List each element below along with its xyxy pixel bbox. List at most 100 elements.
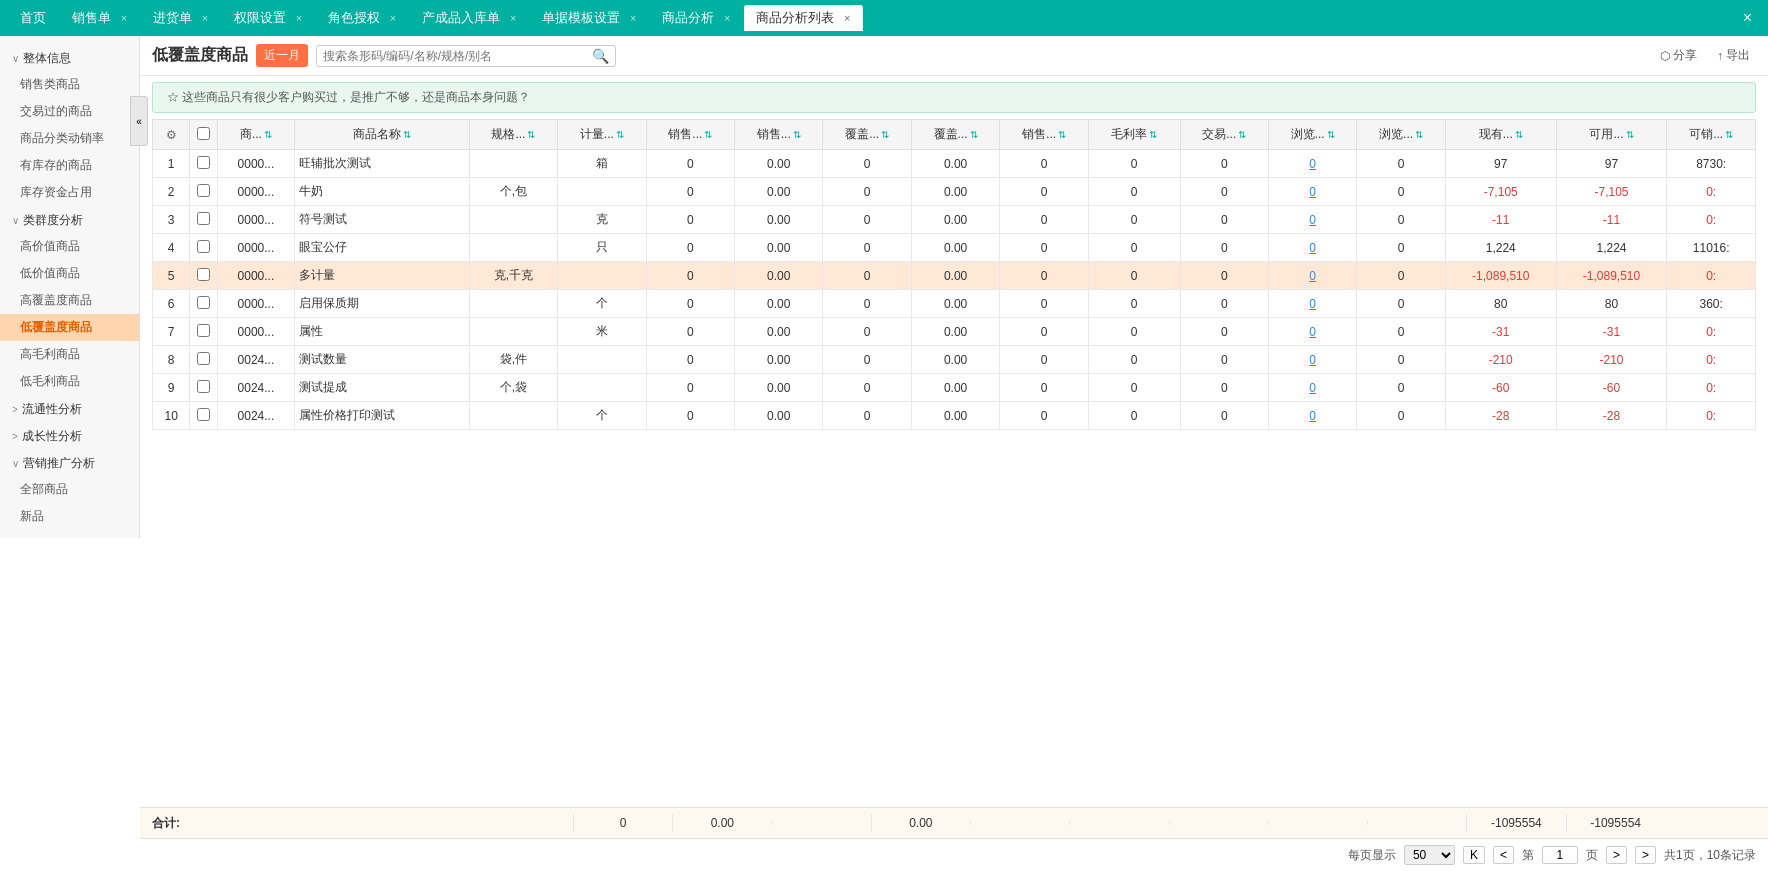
col-gross[interactable]: 毛利率⇅ <box>1088 120 1180 150</box>
col-browse2[interactable]: 浏览...⇅ <box>1357 120 1445 150</box>
per-page-select[interactable]: 50 100 200 <box>1404 845 1455 865</box>
next-page-button[interactable]: > <box>1606 846 1627 864</box>
search-icon[interactable]: 🔍 <box>592 48 609 64</box>
table-row[interactable]: 3 0000... 符号测试 克 0 0.00 0 0.00 0 0 0 0 0… <box>153 206 1756 234</box>
col-spec[interactable]: 规格...⇅ <box>469 120 557 150</box>
select-all-checkbox[interactable] <box>197 127 210 140</box>
row-browse1[interactable]: 0 <box>1268 290 1356 318</box>
table-row[interactable]: 5 0000... 多计量 克,千克 0 0.00 0 0.00 0 0 0 0… <box>153 262 1756 290</box>
sidebar-item-stock-capital[interactable]: 库存资金占用 <box>0 179 139 206</box>
export-button[interactable]: ↑ 导出 <box>1711 44 1756 67</box>
row-checkbox[interactable] <box>197 240 210 253</box>
row-checkbox-cell[interactable] <box>190 262 218 290</box>
sidebar-item-all-products[interactable]: 全部商品 <box>0 476 139 503</box>
col-sales2[interactable]: 销售...⇅ <box>735 120 823 150</box>
sidebar-item-traded-products[interactable]: 交易过的商品 <box>0 98 139 125</box>
sidebar-item-sales-products[interactable]: 销售类商品 <box>0 71 139 98</box>
row-checkbox[interactable] <box>197 352 210 365</box>
row-checkbox-cell[interactable] <box>190 150 218 178</box>
col-code[interactable]: 商...⇅ <box>218 120 294 150</box>
row-checkbox-cell[interactable] <box>190 346 218 374</box>
row-browse1[interactable]: 0 <box>1268 262 1356 290</box>
row-browse1[interactable]: 0 <box>1268 206 1356 234</box>
sidebar-item-stock-products[interactable]: 有库存的商品 <box>0 152 139 179</box>
col-trade[interactable]: 交易...⇅ <box>1180 120 1268 150</box>
sidebar-section-liquidity[interactable]: > 流通性分析 <box>0 395 139 422</box>
row-browse1[interactable]: 0 <box>1268 402 1356 430</box>
browse1-link[interactable]: 0 <box>1309 185 1316 199</box>
browse1-link[interactable]: 0 <box>1309 241 1316 255</box>
first-page-button[interactable]: K <box>1463 846 1485 864</box>
date-filter-button[interactable]: 近一月 <box>256 44 308 67</box>
table-wrapper[interactable]: ⚙ 商...⇅ 商品名称⇅ 规格...⇅ 计量...⇅ 销售...⇅ 销售...… <box>140 119 1768 807</box>
row-checkbox[interactable] <box>197 212 210 225</box>
window-close-button[interactable]: × <box>1735 5 1760 31</box>
search-input[interactable] <box>323 49 592 63</box>
col-cover1[interactable]: 覆盖...⇅ <box>823 120 911 150</box>
table-row[interactable]: 6 0000... 启用保质期 个 0 0.00 0 0.00 0 0 0 0 … <box>153 290 1756 318</box>
row-checkbox-cell[interactable] <box>190 178 218 206</box>
col-cover2[interactable]: 覆盖...⇅ <box>911 120 999 150</box>
sidebar-section-overview[interactable]: ∨ 整体信息 <box>0 44 139 71</box>
col-current[interactable]: 现有...⇅ <box>1445 120 1556 150</box>
sidebar-item-low-value[interactable]: 低价值商品 <box>0 260 139 287</box>
browse1-link[interactable]: 0 <box>1309 269 1316 283</box>
col-sales1[interactable]: 销售...⇅ <box>646 120 734 150</box>
table-row[interactable]: 2 0000... 牛奶 个,包 0 0.00 0 0.00 0 0 0 0 0… <box>153 178 1756 206</box>
sidebar-item-new-products[interactable]: 新品 <box>0 503 139 530</box>
sidebar-section-marketing[interactable]: ∨ 营销推广分析 <box>0 449 139 476</box>
col-browse1[interactable]: 浏览...⇅ <box>1268 120 1356 150</box>
nav-template[interactable]: 单据模板设置 × <box>530 5 648 31</box>
row-browse1[interactable]: 0 <box>1268 318 1356 346</box>
sidebar-collapse-button[interactable]: « <box>130 96 148 146</box>
col-avail[interactable]: 可用...⇅ <box>1556 120 1667 150</box>
sidebar-item-high-value[interactable]: 高价值商品 <box>0 233 139 260</box>
row-checkbox-cell[interactable] <box>190 318 218 346</box>
row-browse1[interactable]: 0 <box>1268 234 1356 262</box>
row-browse1[interactable]: 0 <box>1268 178 1356 206</box>
col-name[interactable]: 商品名称⇅ <box>294 120 469 150</box>
col-sales3[interactable]: 销售...⇅ <box>1000 120 1088 150</box>
sidebar-item-category-turnover[interactable]: 商品分类动销率 <box>0 125 139 152</box>
row-browse1[interactable]: 0 <box>1268 346 1356 374</box>
row-checkbox-cell[interactable] <box>190 290 218 318</box>
table-row[interactable]: 4 0000... 眼宝公仔 只 0 0.00 0 0.00 0 0 0 0 0… <box>153 234 1756 262</box>
row-checkbox[interactable] <box>197 324 210 337</box>
row-checkbox-cell[interactable] <box>190 374 218 402</box>
col-unit[interactable]: 计量...⇅ <box>558 120 646 150</box>
row-checkbox[interactable] <box>197 408 210 421</box>
browse1-link[interactable]: 0 <box>1309 213 1316 227</box>
nav-inbound[interactable]: 产成品入库单 × <box>410 5 528 31</box>
browse1-link[interactable]: 0 <box>1309 381 1316 395</box>
nav-role[interactable]: 角色授权 × <box>316 5 408 31</box>
col-settings[interactable]: ⚙ <box>153 120 190 150</box>
table-row[interactable]: 8 0024... 测试数量 袋,件 0 0.00 0 0.00 0 0 0 0… <box>153 346 1756 374</box>
row-checkbox-cell[interactable] <box>190 402 218 430</box>
nav-close-sales[interactable]: × <box>121 12 127 24</box>
browse1-link[interactable]: 0 <box>1309 409 1316 423</box>
sidebar-item-high-profit[interactable]: 高毛利商品 <box>0 341 139 368</box>
row-checkbox[interactable] <box>197 380 210 393</box>
row-checkbox[interactable] <box>197 156 210 169</box>
nav-product-analysis-list[interactable]: 商品分析列表 × <box>744 5 862 31</box>
table-row[interactable]: 7 0000... 属性 米 0 0.00 0 0.00 0 0 0 0 0 -… <box>153 318 1756 346</box>
row-browse1[interactable]: 0 <box>1268 374 1356 402</box>
sidebar-section-growth[interactable]: > 成长性分析 <box>0 422 139 449</box>
row-checkbox-cell[interactable] <box>190 234 218 262</box>
nav-purchase[interactable]: 进货单 × <box>141 5 220 31</box>
sidebar-item-low-profit[interactable]: 低毛利商品 <box>0 368 139 395</box>
last-page-button[interactable]: > <box>1635 846 1656 864</box>
row-browse1[interactable]: 0 <box>1268 150 1356 178</box>
table-row[interactable]: 1 0000... 旺辅批次测试 箱 0 0.00 0 0.00 0 0 0 0… <box>153 150 1756 178</box>
browse1-link[interactable]: 0 <box>1309 297 1316 311</box>
browse1-link[interactable]: 0 <box>1309 157 1316 171</box>
sidebar-item-low-coverage[interactable]: 低覆盖度商品 <box>0 314 139 341</box>
nav-close-role[interactable]: × <box>390 12 396 24</box>
settings-icon[interactable]: ⚙ <box>166 128 177 142</box>
table-row[interactable]: 10 0024... 属性价格打印测试 个 0 0.00 0 0.00 0 0 … <box>153 402 1756 430</box>
nav-home[interactable]: 首页 <box>8 5 58 31</box>
row-checkbox[interactable] <box>197 184 210 197</box>
nav-close-inbound[interactable]: × <box>510 12 516 24</box>
col-sellable[interactable]: 可销...⇅ <box>1667 120 1756 150</box>
row-checkbox[interactable] <box>197 268 210 281</box>
